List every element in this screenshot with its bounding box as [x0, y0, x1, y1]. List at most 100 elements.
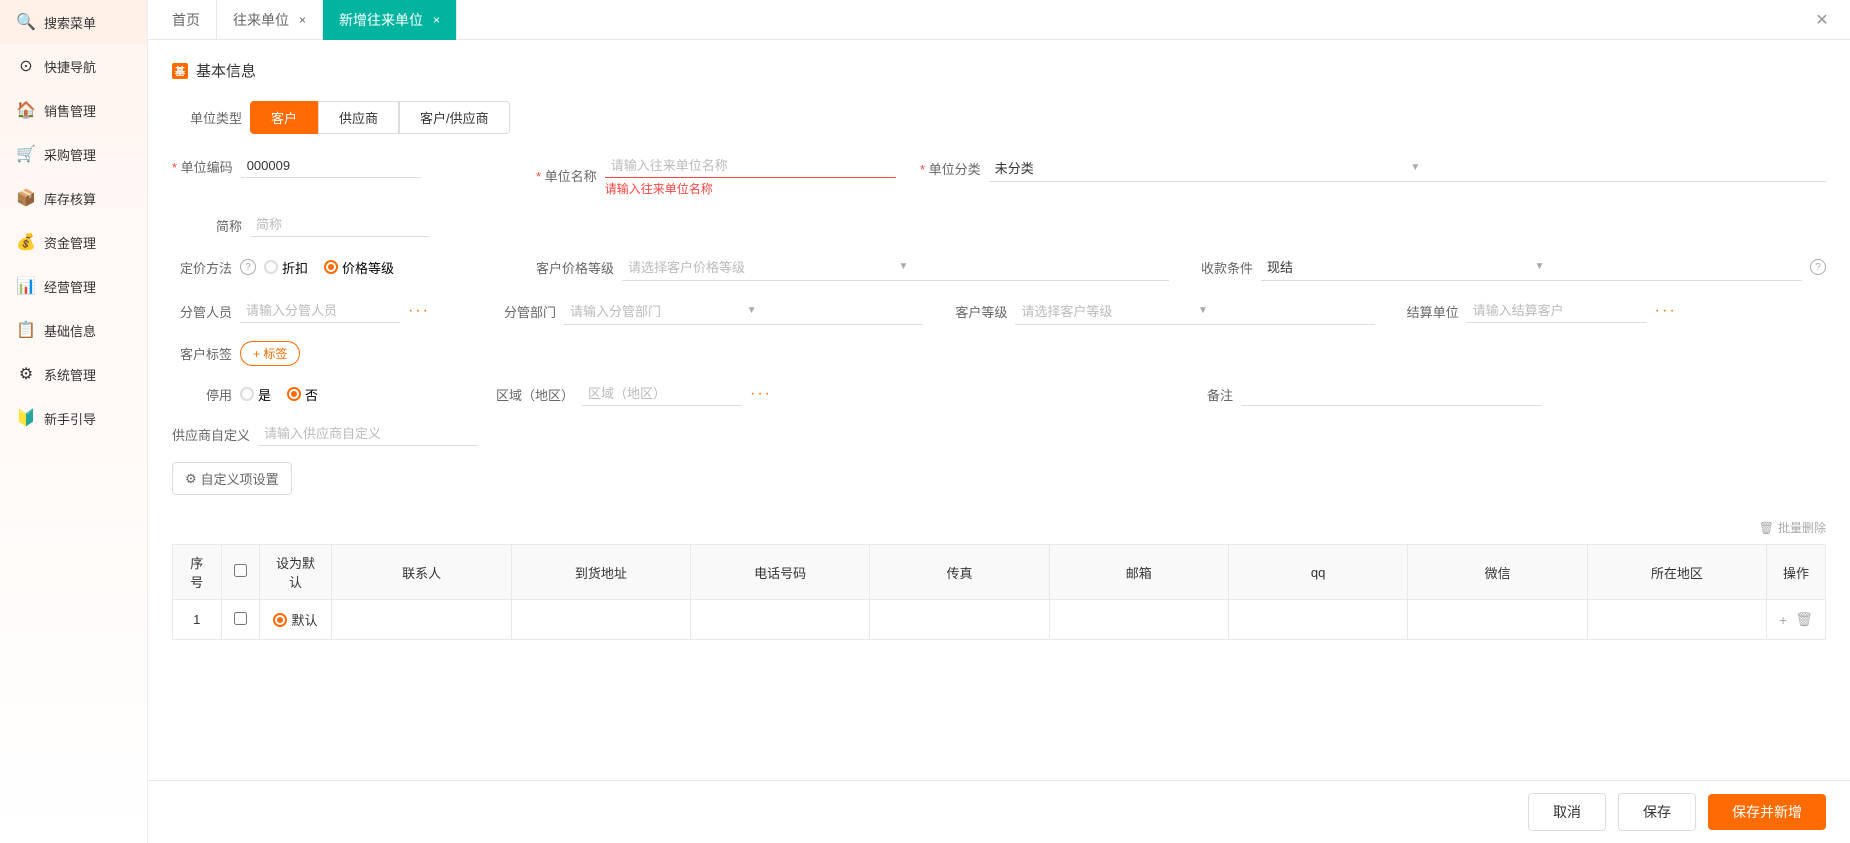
qq-input[interactable]	[1241, 608, 1396, 631]
custom-settings-label: 自定义项设置	[201, 469, 279, 488]
manager-input[interactable]	[240, 299, 400, 323]
sidebar: 🔍 搜索菜单 ⊙ 快捷导航 🏠 销售管理 🛒 采购管理 📦 库存核算 💰 资金管…	[0, 0, 148, 843]
sidebar-item-basic[interactable]: 📋 基础信息	[0, 308, 147, 352]
col-phone: 电话号码	[691, 545, 870, 600]
unit-name-input[interactable]	[605, 154, 896, 178]
row-fax[interactable]	[870, 600, 1049, 640]
sidebar-item-purchase[interactable]: 🛒 采购管理	[0, 132, 147, 176]
row-checkbox-cell	[221, 600, 259, 640]
sidebar-item-quicknav[interactable]: ⊙ 快捷导航	[0, 44, 147, 88]
unit-code-label: 单位编码	[172, 157, 233, 176]
system-icon: ⚙	[16, 364, 36, 384]
sidebar-item-search[interactable]: 🔍 搜索菜单	[0, 0, 147, 44]
unit-name-error: 请输入往来单位名称	[605, 180, 896, 197]
custom-settings-button[interactable]: ⚙ 自定义项设置	[172, 462, 292, 495]
address-input[interactable]	[524, 608, 678, 631]
unit-type-both[interactable]: 客户/供应商	[399, 101, 510, 134]
row-region[interactable]	[1587, 600, 1766, 640]
row-checkbox[interactable]	[234, 612, 247, 625]
col-index: 序号	[173, 545, 222, 600]
sidebar-item-sales[interactable]: 🏠 销售管理	[0, 88, 147, 132]
remarks-input[interactable]	[1241, 382, 1541, 406]
settlement-unit-input[interactable]	[1467, 299, 1647, 323]
supplier-custom-label: 供应商自定义	[172, 425, 250, 444]
sidebar-item-guide[interactable]: 🔰 新手引导	[0, 396, 147, 440]
radio-price-level[interactable]: 价格等级	[324, 258, 394, 277]
tab-new-partner[interactable]: 新增往来单位 ×	[323, 0, 457, 40]
row-phone[interactable]	[691, 600, 870, 640]
delete-row-button[interactable]: 🗑	[1795, 611, 1813, 628]
save-and-new-button[interactable]: 保存并新增	[1708, 794, 1826, 830]
add-tag-button[interactable]: + 标签	[240, 341, 300, 366]
tab-partners[interactable]: 往来单位 ×	[217, 0, 323, 40]
wechat-input[interactable]	[1420, 608, 1574, 631]
unit-category-value: 未分类	[995, 158, 1405, 177]
window-close-button[interactable]: ✕	[1802, 0, 1842, 40]
unit-type-customer[interactable]: 客户	[250, 101, 318, 134]
sidebar-item-inventory[interactable]: 📦 库存核算	[0, 176, 147, 220]
radio-disabled-yes[interactable]: 是	[240, 385, 271, 404]
footer: 取消 保存 保存并新增	[148, 780, 1850, 843]
sidebar-item-finance[interactable]: 💰 资金管理	[0, 220, 147, 264]
unit-category-select[interactable]: 未分类 ▼	[989, 154, 1826, 182]
supplier-custom-input[interactable]	[258, 422, 478, 446]
row-address[interactable]	[511, 600, 690, 640]
col-default: 设为默认	[259, 545, 332, 600]
contact-input[interactable]	[344, 608, 498, 631]
unit-type-supplier[interactable]: 供应商	[318, 101, 399, 134]
batch-delete-button[interactable]: 🗑 批量删除	[1759, 519, 1826, 536]
tab-home-label: 首页	[172, 10, 200, 30]
save-button[interactable]: 保存	[1618, 793, 1696, 831]
tab-partners-close[interactable]: ×	[299, 13, 306, 27]
payment-chevron-icon: ▼	[1535, 261, 1797, 272]
tab-partners-label: 往来单位	[233, 10, 289, 30]
row-tags: 客户标签 + 标签	[172, 341, 1826, 366]
row-contact[interactable]	[332, 600, 511, 640]
department-select[interactable]: 请输入分管部门 ▼	[564, 297, 923, 325]
sidebar-item-operations[interactable]: 📊 经营管理	[0, 264, 147, 308]
tab-bar: 首页 往来单位 × 新增往来单位 × ✕	[148, 0, 1850, 40]
basic-icon: 📋	[16, 320, 36, 340]
price-level-chevron-icon: ▼	[899, 261, 1164, 272]
region-input[interactable]	[582, 382, 742, 406]
unit-category-label: 单位分类	[920, 159, 981, 178]
row-region-input[interactable]	[1600, 608, 1754, 631]
tab-home[interactable]: 首页	[156, 0, 217, 40]
unit-code-input[interactable]	[241, 154, 421, 178]
row-qq[interactable]	[1228, 600, 1408, 640]
phone-input[interactable]	[703, 608, 857, 631]
sales-icon: 🏠	[16, 100, 36, 120]
email-input[interactable]	[1062, 608, 1216, 631]
add-row-button[interactable]: +	[1779, 612, 1787, 628]
settlement-more-icon[interactable]: ···	[1655, 302, 1677, 320]
manager-more-icon[interactable]: ···	[408, 302, 430, 320]
short-name-input[interactable]	[250, 213, 430, 237]
operations-icon: 📊	[16, 276, 36, 296]
manager-field: 分管人员 ···	[172, 299, 472, 323]
row-wechat[interactable]	[1408, 600, 1587, 640]
department-field: 分管部门 请输入分管部门 ▼	[496, 297, 923, 325]
disabled-label: 停用	[172, 385, 232, 404]
sidebar-item-system[interactable]: ⚙ 系统管理	[0, 352, 147, 396]
row-email[interactable]	[1049, 600, 1228, 640]
radio-discount[interactable]: 折扣	[264, 258, 308, 277]
table-row: 1 默认	[173, 600, 1826, 640]
pricing-help-icon[interactable]: ?	[240, 259, 256, 275]
row-shortname: 简称	[172, 213, 1826, 237]
row-default-radio[interactable]: 默认	[272, 610, 320, 629]
customer-level-placeholder: 请选择客户等级	[1021, 301, 1192, 320]
manager-label: 分管人员	[172, 302, 232, 321]
select-all-checkbox[interactable]	[234, 564, 247, 577]
region-more-icon[interactable]: ···	[750, 385, 772, 403]
fax-input[interactable]	[882, 608, 1036, 631]
customer-level-select[interactable]: 请选择客户等级 ▼	[1015, 297, 1374, 325]
tab-new-partner-close[interactable]: ×	[433, 13, 440, 27]
customer-price-level-select[interactable]: 请选择客户价格等级 ▼	[622, 253, 1169, 281]
trash-icon: 🗑	[1759, 521, 1774, 535]
radio-disabled-no[interactable]: 否	[287, 385, 318, 404]
table-toolbar: 🗑 批量删除	[172, 519, 1826, 536]
payment-terms-select[interactable]: 现结 ▼	[1261, 253, 1802, 281]
payment-help-icon[interactable]: ?	[1810, 259, 1826, 275]
main-area: 首页 往来单位 × 新增往来单位 × ✕ 基 基本信息 单位类型 客户 供应商	[148, 0, 1850, 843]
cancel-button[interactable]: 取消	[1528, 793, 1606, 831]
